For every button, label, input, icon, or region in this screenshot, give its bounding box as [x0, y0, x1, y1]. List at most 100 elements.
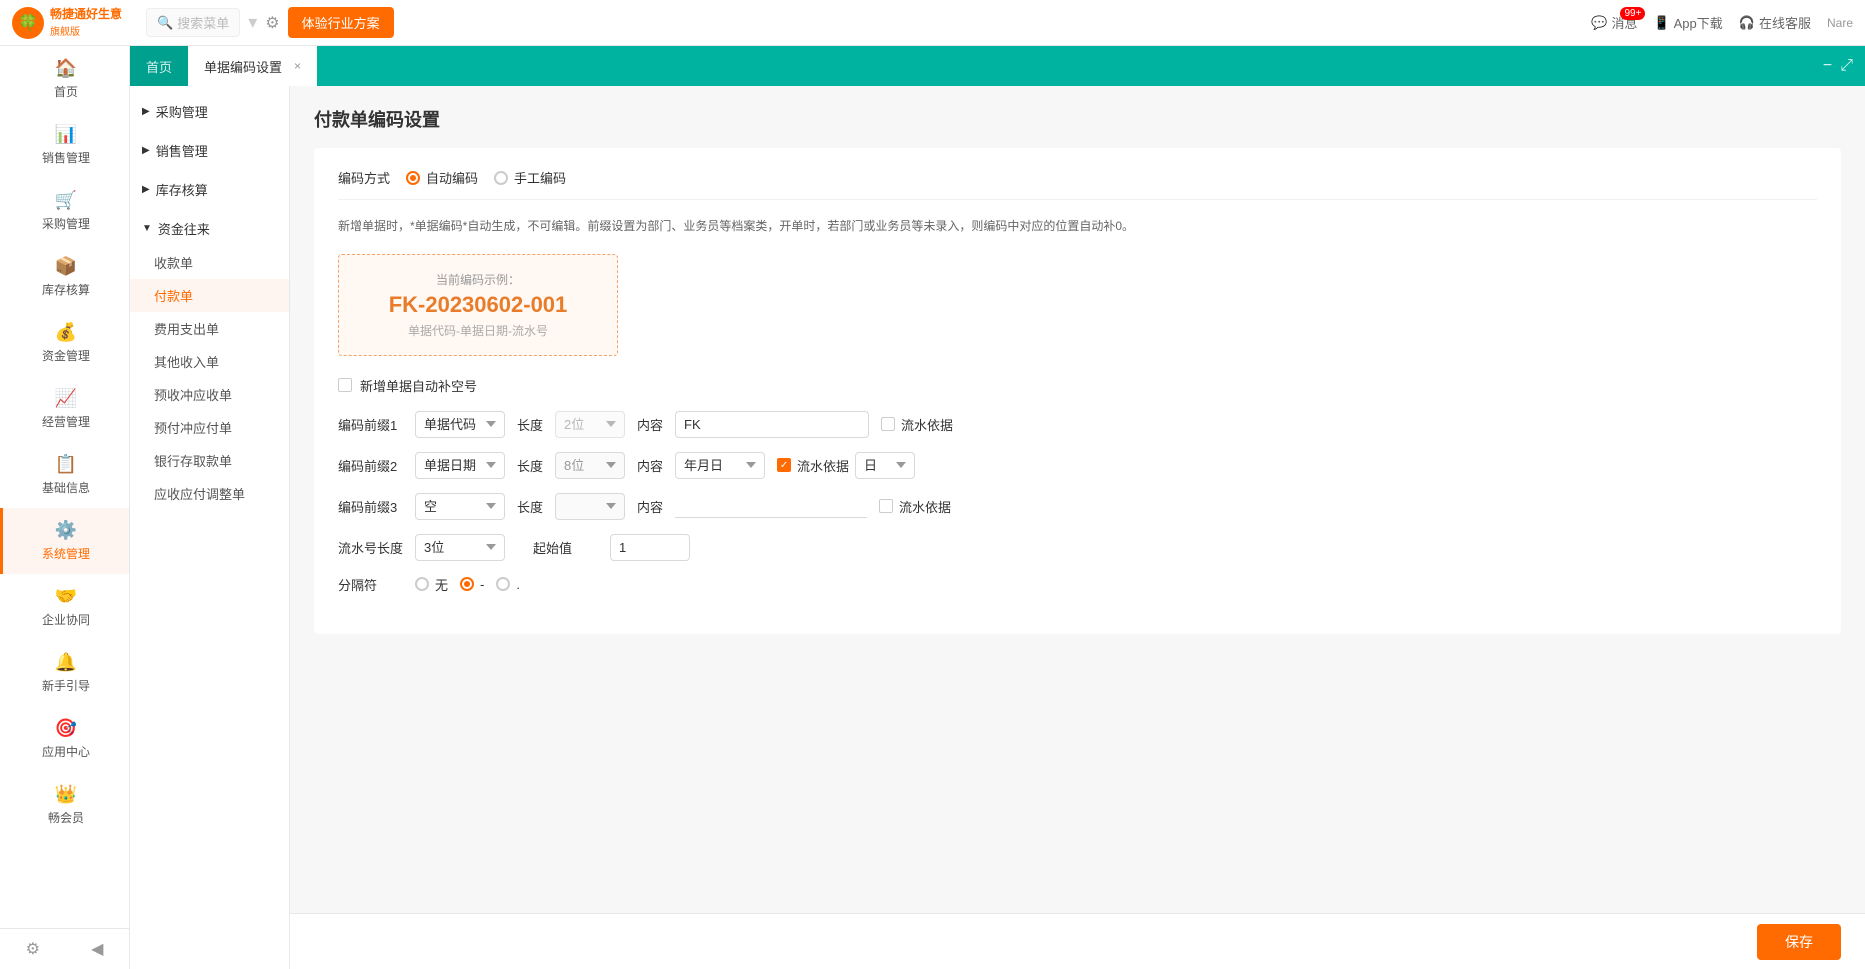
sidebar-item-basic[interactable]: 📋 基础信息	[0, 442, 129, 508]
prefix-2-length-label: 长度	[517, 456, 543, 475]
message-icon: 💬	[1591, 15, 1607, 31]
topbar-right: 💬 消息 99+ 📱 App下载 🎧 在线客服 Nare	[1591, 13, 1853, 32]
sidebar-item-company[interactable]: 🤝 企业协同	[0, 574, 129, 640]
sub-sidebar-purchase: ▶ 采购管理	[130, 94, 289, 129]
sub-sidebar-item-expense[interactable]: 费用支出单	[130, 312, 289, 345]
prefix-1-length-select[interactable]: 2位	[555, 411, 625, 438]
prefix-3-select[interactable]: 空	[415, 493, 505, 520]
collapse-icon[interactable]: ◀	[91, 939, 103, 959]
sep-slash-radio	[496, 577, 510, 591]
tab-expand-button[interactable]: ⤢	[1840, 57, 1853, 75]
sep-dash-radio	[460, 577, 474, 591]
sub-sidebar-item-payment[interactable]: 付款单	[130, 279, 289, 312]
tab-minimize-button[interactable]: −	[1823, 57, 1832, 75]
sep-none-radio	[415, 577, 429, 591]
sub-sidebar-stock: ▶ 库存核算	[130, 172, 289, 207]
sub-sidebar-item-pre-payment[interactable]: 预付冲应付单	[130, 411, 289, 444]
menu-search[interactable]: 🔍 搜索菜单	[146, 8, 240, 37]
prefix-2-serial-select[interactable]: 日 月 年	[855, 452, 915, 479]
separator-label: 分隔符	[338, 575, 403, 594]
sidebar-item-member[interactable]: 👑 畅会员	[0, 772, 129, 838]
prefix-1-content-input[interactable]	[675, 411, 869, 438]
guide-icon: 🔔	[55, 652, 77, 673]
sidebar-item-label: 资金管理	[42, 347, 90, 364]
encode-type-row: 编码方式 自动编码 手工编码	[338, 168, 1817, 200]
main-layout: 🏠 首页 📊 销售管理 🛒 采购管理 📦 库存核算 💰 资金管理 📈 经营管理 …	[0, 46, 1865, 969]
code-preview-format: 单据代码-单据日期-流水号	[363, 322, 593, 339]
sub-sidebar-stock-title[interactable]: ▶ 库存核算	[130, 172, 289, 207]
serial-length-label: 流水号长度	[338, 538, 403, 557]
serial-row: 流水号长度 3位 4位 5位 起始值	[338, 534, 1817, 561]
prefix-2-select[interactable]: 单据日期	[415, 452, 505, 479]
auto-fill-row: 新增单据自动补空号	[338, 376, 1817, 395]
prefix-1-serial-checkbox[interactable]	[881, 417, 895, 431]
message-badge[interactable]: 💬 消息 99+	[1591, 13, 1637, 32]
sidebar-item-home[interactable]: 🏠 首页	[0, 46, 129, 112]
sub-sidebar-purchase-title[interactable]: ▶ 采购管理	[130, 94, 289, 129]
sidebar-bottom: ⚙ ◀	[0, 928, 129, 969]
sub-sidebar-item-pre-receipt[interactable]: 预收冲应收单	[130, 378, 289, 411]
sub-sidebar: ▶ 采购管理 ▶ 销售管理 ▶ 库存核算	[130, 86, 290, 969]
sub-sidebar-sales-title[interactable]: ▶ 销售管理	[130, 133, 289, 168]
sub-sidebar-finance-title[interactable]: ▼ 资金往来	[130, 211, 289, 246]
sep-slash[interactable]: .	[496, 577, 520, 592]
sidebar-item-stock[interactable]: 📦 库存核算	[0, 244, 129, 310]
prefix-1-content-label: 内容	[637, 415, 663, 434]
serial-length-select[interactable]: 3位 4位 5位	[415, 534, 505, 561]
app-center-icon: 🎯	[55, 718, 77, 739]
save-button[interactable]: 保存	[1757, 924, 1841, 960]
trial-button[interactable]: 体验行业方案	[288, 7, 394, 38]
sidebar-item-sales[interactable]: 📊 销售管理	[0, 112, 129, 178]
auto-fill-checkbox[interactable]	[338, 378, 352, 392]
sep-dash[interactable]: -	[460, 577, 484, 592]
sidebar-item-app-center[interactable]: 🎯 应用中心	[0, 706, 129, 772]
radio-auto[interactable]: 自动编码	[406, 168, 478, 187]
content-area: 首页 单据编码设置 × − ⤢ ▶ 采购管理	[130, 46, 1865, 969]
prefix-3-serial-checkbox[interactable]	[879, 499, 893, 513]
search-icon: 🔍	[157, 15, 173, 31]
prefix-2-length-select[interactable]: 8位	[555, 452, 625, 479]
app-download[interactable]: 📱 App下载	[1653, 13, 1722, 32]
user-name[interactable]: Nare	[1827, 16, 1853, 30]
stock-icon: 📦	[55, 256, 77, 277]
sidebar-item-purchase[interactable]: 🛒 采购管理	[0, 178, 129, 244]
prefix-2-content-select[interactable]: 年月日	[675, 452, 765, 479]
online-service[interactable]: 🎧 在线客服	[1739, 13, 1811, 32]
tab-right-actions: − ⤢	[1823, 57, 1865, 75]
tab-home[interactable]: 首页	[130, 46, 188, 86]
sidebar-item-finance[interactable]: 💰 资金管理	[0, 310, 129, 376]
encode-type-label: 编码方式	[338, 168, 390, 187]
sub-sidebar-sales: ▶ 销售管理	[130, 133, 289, 168]
sidebar-item-guide[interactable]: 🔔 新手引导	[0, 640, 129, 706]
system-icon: ⚙️	[55, 520, 77, 541]
prefix-2-content-label: 内容	[637, 456, 663, 475]
start-value-input[interactable]	[610, 534, 690, 561]
tab-encode-settings[interactable]: 单据编码设置 ×	[188, 46, 317, 86]
prefix-3-content-input[interactable]	[675, 494, 867, 518]
prefix-2-serial-checkbox[interactable]: ✓	[777, 458, 791, 472]
sub-layout: ▶ 采购管理 ▶ 销售管理 ▶ 库存核算	[130, 86, 1865, 969]
sep-none[interactable]: 无	[415, 575, 448, 594]
sidebar-item-operation[interactable]: 📈 经营管理	[0, 376, 129, 442]
sub-sidebar-item-adjust[interactable]: 应收应付调整单	[130, 477, 289, 510]
tab-close-icon[interactable]: ×	[294, 59, 301, 73]
main-content-wrapper: 付款单编码设置 编码方式 自动编码	[290, 86, 1865, 969]
separator-row: 分隔符 无 - .	[338, 575, 1817, 594]
prefix-1-select[interactable]: 单据代码	[415, 411, 505, 438]
sub-sidebar-item-bank[interactable]: 银行存取款单	[130, 444, 289, 477]
sub-sidebar-item-income[interactable]: 其他收入单	[130, 345, 289, 378]
radio-manual[interactable]: 手工编码	[494, 168, 566, 187]
prefix-1-length-label: 长度	[517, 415, 543, 434]
settings-icon[interactable]: ⚙	[265, 13, 279, 33]
page-title: 付款单编码设置	[314, 106, 1841, 132]
sidebar-item-system[interactable]: ⚙️ 系统管理	[0, 508, 129, 574]
sub-sidebar-item-receipt[interactable]: 收款单	[130, 246, 289, 279]
setting-card: 编码方式 自动编码 手工编码	[314, 148, 1841, 634]
member-icon: 👑	[55, 784, 77, 805]
dropdown-icon[interactable]: ▾	[248, 12, 257, 33]
message-count: 99+	[1620, 7, 1645, 20]
prefix-3-length-select[interactable]	[555, 493, 625, 520]
settings-bottom-icon[interactable]: ⚙	[26, 939, 40, 959]
start-value-label: 起始值	[533, 538, 598, 557]
prefix-3-length-label: 长度	[517, 497, 543, 516]
